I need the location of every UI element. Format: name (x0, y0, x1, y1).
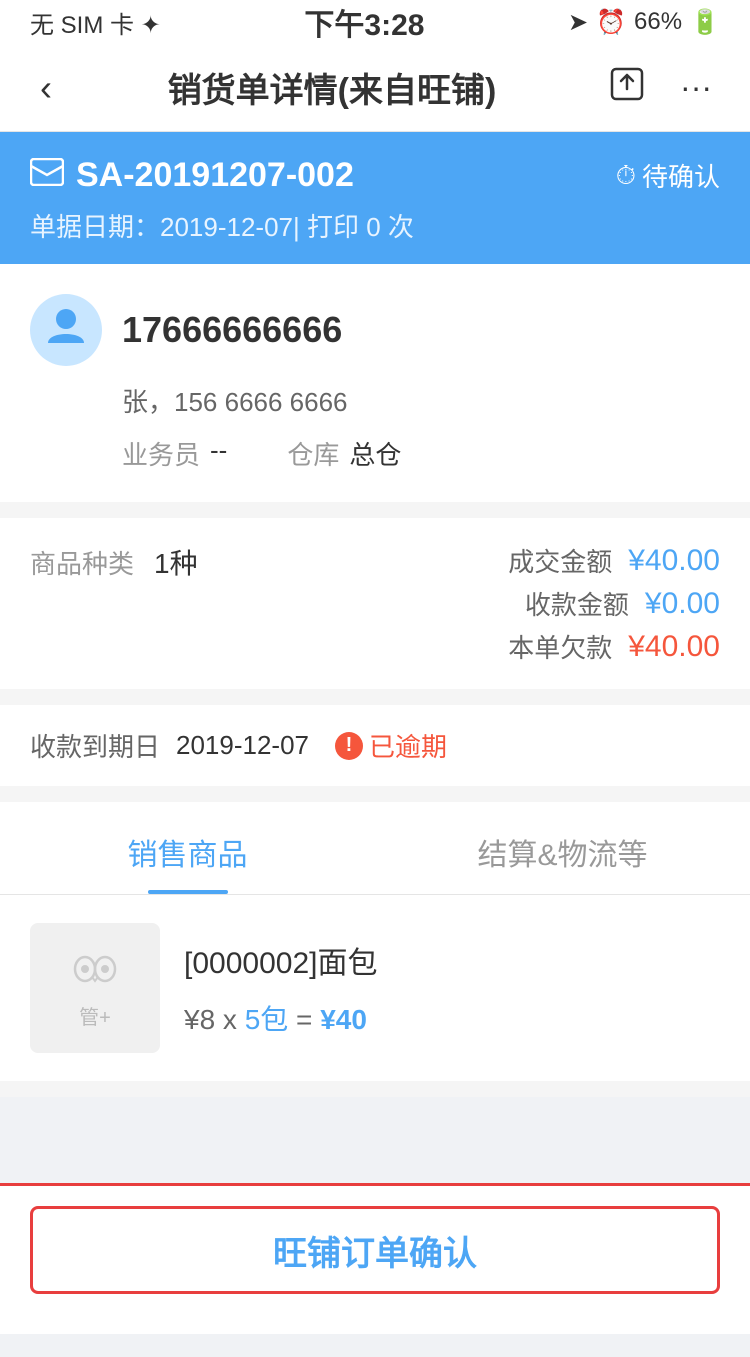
share-icon[interactable] (602, 59, 652, 117)
avatar (30, 294, 102, 366)
product-name: [0000002]面包 (184, 938, 720, 982)
warehouse-value: 总仓 (349, 435, 401, 472)
confirm-btn-wrapper: 旺铺订单确认 (0, 1183, 750, 1334)
status-time: 下午3:28 (304, 0, 424, 44)
tab-bar: 销售商品 结算&物流等 (0, 802, 750, 895)
user-icon (44, 303, 88, 357)
customer-phone: 17666666666 (122, 309, 342, 351)
due-date-value: 2019-12-07 (176, 730, 309, 761)
customer-name: 张，156 6666 6666 (30, 382, 720, 419)
type-value: 1种 (154, 542, 198, 582)
order-icon (30, 156, 64, 195)
overdue-badge: ! 已逾期 (335, 727, 447, 764)
price-equals: = (288, 1004, 320, 1035)
deal-amount-value: ¥40.00 (628, 544, 720, 578)
price-total: ¥40 (320, 1004, 367, 1035)
product-type: 商品种类 1种 (30, 542, 198, 582)
sales-value: -- (210, 435, 227, 472)
product-info: [0000002]面包 ¥8 x 5包 = ¥40 (184, 938, 720, 1038)
tab-settlement[interactable]: 结算&物流等 (375, 802, 750, 894)
sales-label: 业务员 (122, 435, 200, 472)
deal-amount-label: 成交金额 (508, 542, 612, 579)
order-date: 单据日期：2019-12-07| 打印 0 次 (30, 207, 720, 244)
customer-meta: 业务员 -- 仓库 总仓 (30, 435, 720, 472)
status-left: 无 SIM 卡 ✦ (30, 5, 161, 40)
overdue-icon: ! (335, 732, 363, 760)
header-card: SA-20191207-002 ⏱ 待确认 单据日期：2019-12-07| 打… (0, 132, 750, 264)
battery-icon: 🔋 (690, 8, 720, 37)
customer-card: 17666666666 张，156 6666 6666 业务员 -- 仓库 总仓 (0, 264, 750, 502)
battery-text: 66% (634, 8, 682, 36)
product-price: ¥8 x 5包 = ¥40 (184, 998, 720, 1038)
due-value: ¥40.00 (628, 630, 720, 664)
received-amount-row: 收款金额 ¥0.00 (525, 585, 720, 622)
received-label: 收款金额 (525, 585, 629, 622)
sim-text: 无 SIM 卡 ✦ (30, 5, 161, 40)
order-status: ⏱ 待确认 (616, 157, 720, 194)
product-card: 管+ [0000002]面包 ¥8 x 5包 = ¥40 (0, 895, 750, 1081)
deal-amount-row: 成交金额 ¥40.00 (508, 542, 720, 579)
due-amount-row: 本单欠款 ¥40.00 (508, 628, 720, 665)
alarm-icon: ⏰ (596, 8, 626, 37)
price-text: ¥8 x (184, 1004, 245, 1035)
clock-icon: ⏱ (616, 160, 636, 192)
location-icon: ➤ (568, 8, 588, 37)
due-date-label: 收款到期日 (30, 727, 160, 764)
price-qty: 5包 (245, 1004, 289, 1035)
nav-bar: ‹ 销货单详情(来自旺铺) ··· (0, 44, 750, 132)
order-number: SA-20191207-002 (30, 156, 354, 195)
due-label: 本单欠款 (508, 628, 612, 665)
back-button[interactable]: ‹ (30, 57, 62, 119)
type-label: 商品种类 (30, 544, 134, 581)
warehouse-meta: 仓库 总仓 (287, 435, 401, 472)
warehouse-label: 仓库 (287, 435, 339, 472)
due-date-card: 收款到期日 2019-12-07 ! 已逾期 (0, 705, 750, 786)
wangpu-confirm-button[interactable]: 旺铺订单确认 (30, 1206, 720, 1294)
product-thumbnail: 管+ (30, 923, 160, 1053)
summary-card: 商品种类 1种 成交金额 ¥40.00 收款金额 ¥0.00 本单欠款 ¥40.… (0, 518, 750, 689)
amounts: 成交金额 ¥40.00 收款金额 ¥0.00 本单欠款 ¥40.00 (508, 542, 720, 665)
page-title: 销货单详情(来自旺铺) (168, 63, 497, 112)
status-bar: 无 SIM 卡 ✦ 下午3:28 ➤ ⏰ 66% 🔋 (0, 0, 750, 44)
product-thumb-label: 管+ (79, 1001, 111, 1030)
tab-sales-products[interactable]: 销售商品 (0, 802, 375, 894)
overdue-text: 已逾期 (369, 727, 447, 764)
nav-actions: ··· (602, 59, 720, 117)
received-value: ¥0.00 (645, 587, 720, 621)
more-icon[interactable]: ··· (672, 61, 720, 114)
sales-meta: 业务员 -- (122, 435, 227, 472)
status-right: ➤ ⏰ 66% 🔋 (568, 8, 720, 37)
